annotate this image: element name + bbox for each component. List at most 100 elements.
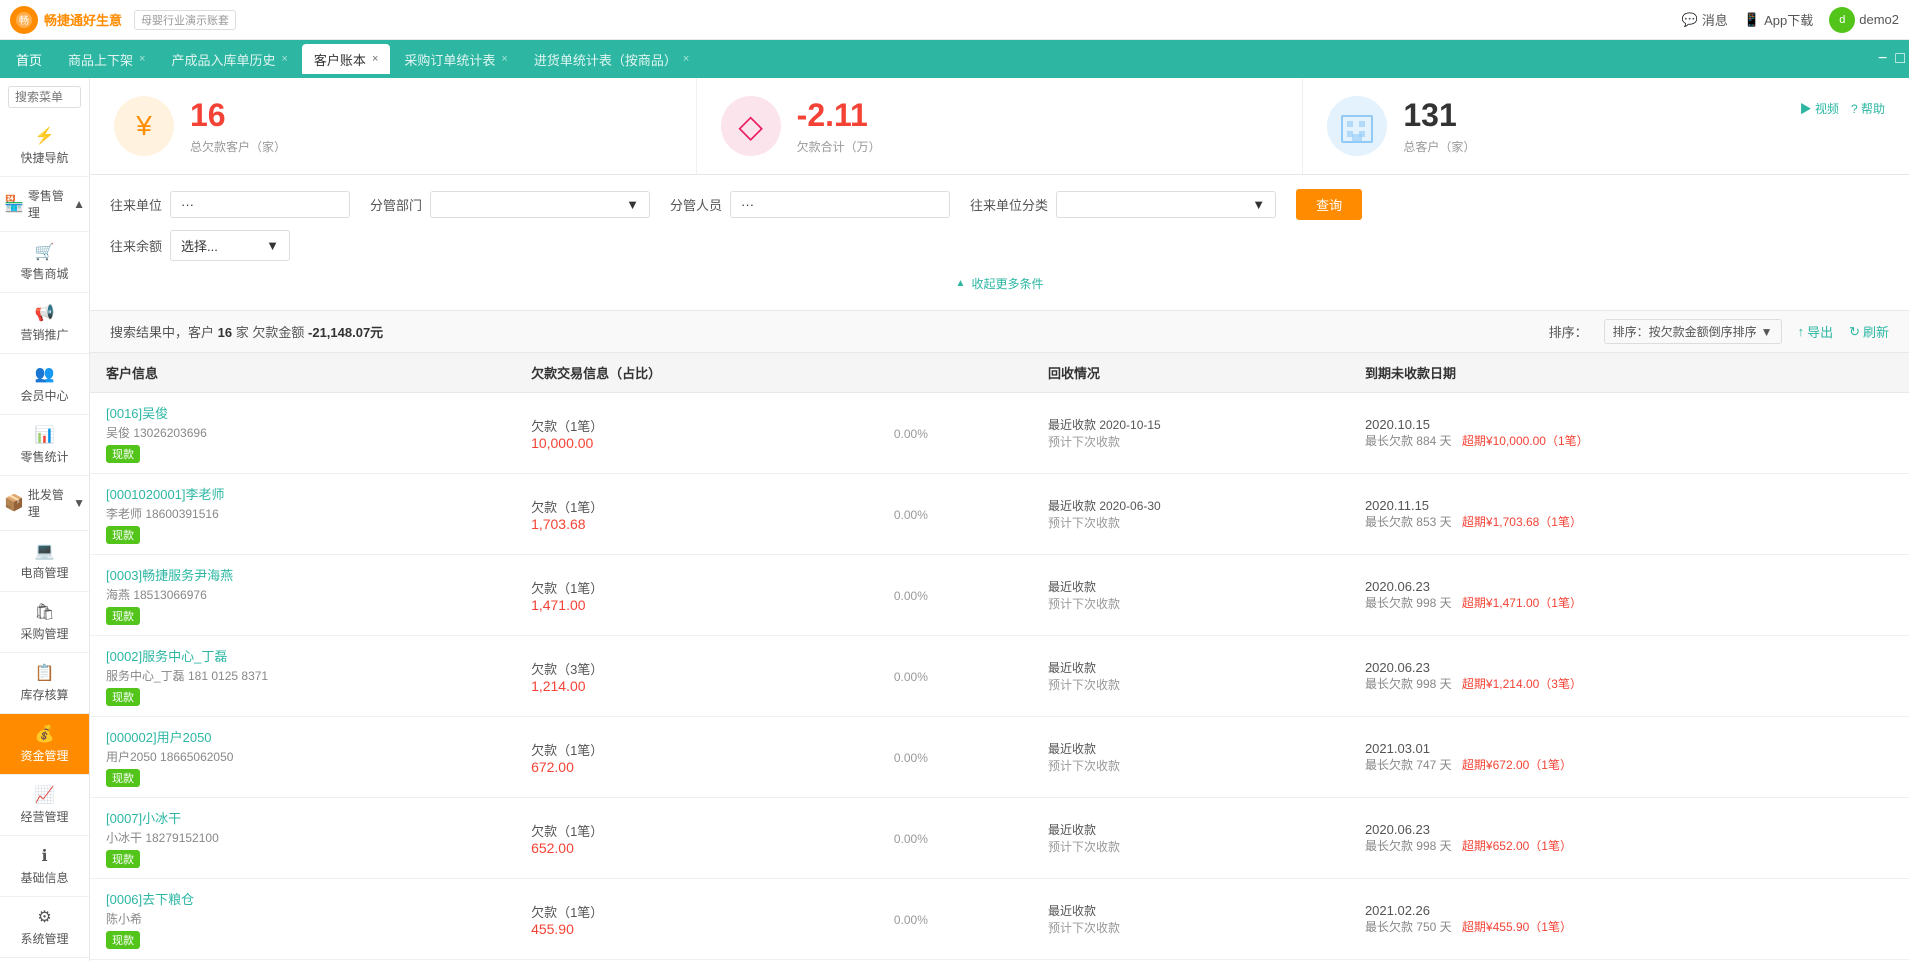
sort-select[interactable]: 排序：按欠款金额倒序排序 ▼ (1604, 319, 1782, 344)
app-download-btn[interactable]: 📱 App下载 (1744, 10, 1813, 29)
dept-select[interactable]: ▼ (430, 191, 650, 218)
search-input[interactable] (8, 86, 81, 108)
debt-amount[interactable]: 1,703.68 (531, 516, 586, 532)
debt-count: 欠款（1笔） (531, 497, 854, 516)
results-bar: 搜索结果中，客户 16 家 欠款金额 -21,148.07元 排序： 排序：按欠… (90, 311, 1909, 353)
recent-collect: 最近收款 (1048, 578, 1333, 595)
table-container: 客户信息 欠款交易信息（占比） 回收情况 到期未收款日期 [0016]吴俊 吴俊… (90, 353, 1909, 961)
person-input[interactable]: ··· (730, 191, 950, 218)
customer-name[interactable]: [0002]服务中心_丁磊 (106, 646, 499, 665)
overdue-amount[interactable]: 超期¥1,703.68（1笔） (1462, 515, 1582, 529)
user-menu[interactable]: d demo2 (1829, 7, 1899, 33)
building-icon (1337, 106, 1377, 146)
from-unit-input[interactable]: ··· (170, 191, 350, 218)
quick-nav-label: 快捷导航 (20, 149, 68, 166)
payment-tag: 现款 (106, 850, 140, 868)
tab-inbound-stats[interactable]: 进货单统计表（按商品） × (522, 44, 701, 74)
summary-card-total-customers: 131 总客户（家） ▶ 视频 ? 帮助 (1303, 78, 1909, 174)
sidebar-item-member[interactable]: 👥 会员中心 (0, 354, 89, 415)
tab-customer-account[interactable]: 客户账本 × (302, 44, 390, 74)
collection-cell: 最近收款 预计下次收款 (1032, 636, 1349, 717)
recent-collect: 最近收款 2020-10-15 (1048, 416, 1333, 433)
sidebar-item-operations[interactable]: 📈 经营管理 (0, 775, 89, 836)
overdue-amount[interactable]: 超期¥455.90（1笔） (1462, 920, 1572, 934)
debt-amount[interactable]: 10,000.00 (531, 435, 593, 451)
export-btn[interactable]: ↑ 导出 (1798, 322, 1834, 341)
brand-logo: 畅 (10, 6, 38, 34)
tab-purchase-stats[interactable]: 采购订单统计表 × (392, 44, 519, 74)
customer-name[interactable]: [000002]用户2050 (106, 727, 499, 746)
sidebar-item-basic-info[interactable]: ℹ 基础信息 (0, 836, 89, 897)
sort-label: 排序： (1549, 322, 1588, 341)
sidebar-item-marketing[interactable]: 📢 营销推广 (0, 293, 89, 354)
customer-name[interactable]: [0003]畅捷服务尹海燕 (106, 565, 499, 584)
batch-mgmt-label: 批发管理 (28, 486, 69, 520)
debt-amount[interactable]: 1,214.00 (531, 678, 586, 694)
minimize-icon[interactable]: − (1878, 50, 1887, 68)
debt-amount-wrapper: 1,214.00 (531, 678, 854, 694)
message-icon: 💬 (1682, 12, 1698, 28)
tab-production-history-close[interactable]: × (281, 53, 287, 65)
tab-home[interactable]: 首页 (4, 44, 54, 74)
overdue-amount[interactable]: 超期¥10,000.00（1笔） (1462, 434, 1589, 448)
debt-amount-wrapper: 672.00 (531, 759, 854, 775)
payment-tag: 现款 (106, 526, 140, 544)
unit-category-select[interactable]: ▼ (1056, 191, 1276, 218)
recent-collect: 最近收款 (1048, 740, 1333, 757)
tab-product-off-close[interactable]: × (139, 53, 145, 65)
ecommerce-label: 电商管理 (20, 564, 68, 581)
debt-ratio: 0.00% (894, 508, 928, 522)
payment-tag: 现款 (106, 931, 140, 949)
help-action[interactable]: ? 帮助 (1851, 100, 1885, 117)
tab-bar-actions: − □ (1878, 50, 1905, 68)
overdue-amount[interactable]: 超期¥1,214.00（3笔） (1462, 677, 1582, 691)
next-collect: 预计下次收款 (1048, 757, 1333, 774)
maximize-icon[interactable]: □ (1895, 50, 1905, 68)
due-date: 2021.02.26 (1365, 903, 1893, 918)
sidebar-item-sys-mgmt[interactable]: ⚙ 系统管理 (0, 897, 89, 958)
overdue-amount[interactable]: 超期¥672.00（1笔） (1462, 758, 1572, 772)
debt-amount[interactable]: 672.00 (531, 759, 574, 775)
tab-product-off[interactable]: 商品上下架 × (56, 44, 157, 74)
sidebar-item-quick-nav[interactable]: ⚡ 快捷导航 (0, 116, 89, 177)
overdue-amount[interactable]: 超期¥1,471.00（1笔） (1462, 596, 1582, 610)
sidebar-item-ecommerce[interactable]: 💻 电商管理 (0, 531, 89, 592)
sidebar-item-retail-store[interactable]: 🛒 零售商城 (0, 232, 89, 293)
customer-contact: 李老师 18600391516 (106, 505, 499, 522)
sidebar-item-inventory[interactable]: 📋 库存核算 (0, 653, 89, 714)
customer-info-cell: [0007]小冰干 小冰干 18279152100 现款 (90, 798, 515, 879)
filter-from-unit: 往来单位 ··· (110, 191, 350, 218)
collapse-bar[interactable]: ▲ 收起更多条件 (110, 271, 1889, 296)
tab-bar: 首页 商品上下架 × 产成品入库单历史 × 客户账本 × 采购订单统计表 × 进… (0, 40, 1909, 78)
marketing-icon: 📢 (35, 303, 55, 323)
debt-amount-wrapper: 455.90 (531, 921, 854, 937)
search-button[interactable]: 查询 (1296, 189, 1362, 220)
customer-name[interactable]: [0001020001]李老师 (106, 484, 499, 503)
customer-name[interactable]: [0006]去下粮仓 (106, 889, 499, 908)
debt-amount-wrapper: 1,703.68 (531, 516, 854, 532)
customer-table: 客户信息 欠款交易信息（占比） 回收情况 到期未收款日期 [0016]吴俊 吴俊… (90, 353, 1909, 961)
overdue-amount[interactable]: 超期¥652.00（1笔） (1462, 839, 1572, 853)
sidebar-item-batch-mgmt[interactable]: 📦 批发管理 ▼ (0, 476, 89, 531)
debt-amount[interactable]: 652.00 (531, 840, 574, 856)
message-btn[interactable]: 💬 消息 (1682, 10, 1728, 29)
video-action[interactable]: ▶ 视频 (1800, 100, 1839, 117)
customer-name[interactable]: [0007]小冰干 (106, 808, 499, 827)
sidebar-item-retail-stats[interactable]: 📊 零售统计 (0, 415, 89, 476)
sidebar-item-finance[interactable]: 💰 资金管理 (0, 714, 89, 775)
customer-name[interactable]: [0016]吴俊 (106, 403, 499, 422)
debt-total-number: -2.11 (797, 97, 881, 134)
debt-amount[interactable]: 1,471.00 (531, 597, 586, 613)
debt-info-cell: 欠款（1笔） 455.90 (515, 879, 870, 960)
tab-purchase-stats-close[interactable]: × (501, 53, 507, 65)
sidebar-item-purchase[interactable]: 🛍 采购管理 (0, 592, 89, 653)
sidebar-item-retail-mgmt[interactable]: 🏪 零售管理 ▲ (0, 177, 89, 232)
tab-inbound-stats-close[interactable]: × (683, 53, 689, 65)
retail-stats-label: 零售统计 (20, 448, 68, 465)
tab-production-history[interactable]: 产成品入库单历史 × (159, 44, 299, 74)
refresh-btn[interactable]: ↻ 刷新 (1849, 322, 1889, 341)
results-info: 搜索结果中，客户 16 家 欠款金额 -21,148.07元 (110, 322, 383, 341)
balance-select[interactable]: 选择... ▼ (170, 230, 290, 261)
tab-customer-account-close[interactable]: × (372, 53, 378, 65)
debt-amount[interactable]: 455.90 (531, 921, 574, 937)
